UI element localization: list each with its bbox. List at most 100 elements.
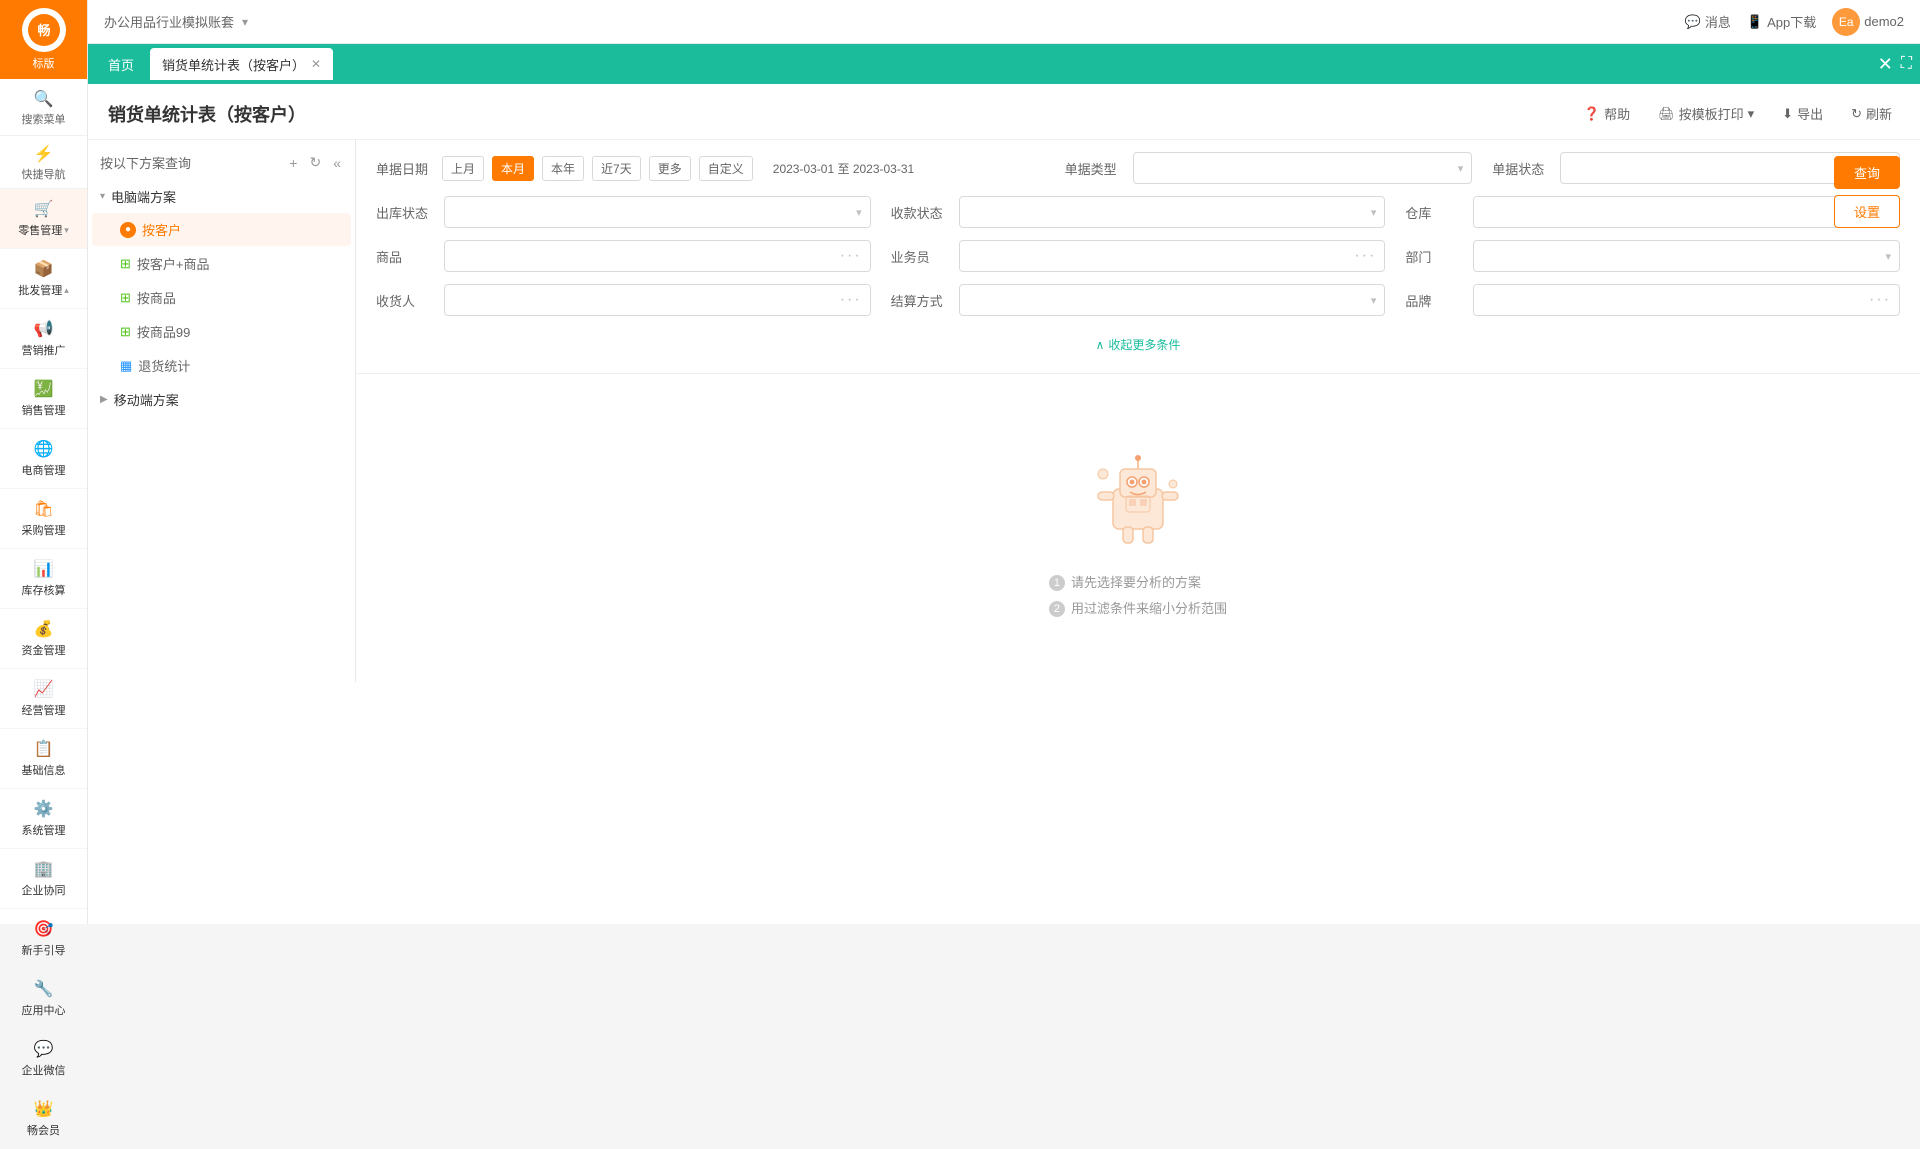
query-button[interactable]: 查询	[1834, 156, 1900, 189]
department-input[interactable]: ▾	[1473, 240, 1900, 272]
sidebar-item-member[interactable]: 👑 畅会员	[0, 1089, 87, 1149]
member-label: 畅会员	[27, 1122, 60, 1138]
sidebar-item-retail[interactable]: 🛒 零售管理 ▾	[0, 189, 87, 249]
close-window-icon[interactable]: ✕	[1878, 54, 1893, 75]
brand-dots-icon: ···	[1869, 291, 1891, 309]
app-download-label: App下载	[1767, 12, 1816, 31]
topbar-dropdown-arrow[interactable]: ▾	[242, 15, 248, 29]
print-button[interactable]: 🖨 按模板打印 ▾	[1650, 100, 1762, 127]
tip-2-text: 用过滤条件来缩小分析范围	[1071, 596, 1227, 622]
sidebar-logo[interactable]: 畅 标版	[0, 0, 87, 79]
plan-item-by-customer[interactable]: ● 按客户	[92, 213, 351, 246]
date-btn-custom[interactable]: 自定义	[699, 156, 753, 181]
settings-button[interactable]: 设置	[1834, 195, 1900, 228]
newbie-icon: 🎯	[34, 919, 54, 939]
topbar-right: 💬 消息 📱 App下载 Ea demo2	[1685, 8, 1904, 36]
tab-close-icon[interactable]: ✕	[311, 57, 321, 71]
warehouse-label: 仓库	[1405, 203, 1465, 222]
date-btn-this-year[interactable]: 本年	[542, 156, 584, 181]
plan-collapse-icon[interactable]: «	[331, 153, 343, 173]
plan-refresh-icon[interactable]: ↻	[307, 152, 323, 173]
sidebar-nav[interactable]: ⚡ 快捷导航	[0, 136, 87, 189]
enterprise-icon: 🏢	[34, 859, 54, 879]
date-btn-this-month[interactable]: 本月	[492, 156, 534, 181]
sidebar-item-inventory[interactable]: 📊 库存核算	[0, 549, 87, 609]
plan-item-bar-icon: ▦	[120, 358, 132, 374]
refresh-button[interactable]: ↻ 刷新	[1843, 100, 1900, 127]
member-icon: 👑	[34, 1099, 54, 1119]
collapse-bar[interactable]: ∧ 收起更多条件	[376, 328, 1900, 361]
salesman-input[interactable]: ···	[959, 240, 1386, 272]
app-download-button[interactable]: 📱 App下载	[1747, 12, 1816, 31]
settlement-input[interactable]: ▾	[959, 284, 1386, 316]
maximize-icon[interactable]: ⛶	[1901, 55, 1912, 73]
date-btn-7days[interactable]: 近7天	[592, 156, 641, 181]
sidebar-item-basic[interactable]: 📋 基础信息	[0, 729, 87, 789]
system-icon: ⚙️	[34, 799, 54, 819]
goods-input[interactable]: ···	[444, 240, 871, 272]
filter-field-warehouse: 仓库 ···	[1405, 196, 1900, 228]
sidebar-item-sales[interactable]: 💹 销售管理	[0, 369, 87, 429]
sales-icon: 💹	[34, 379, 54, 399]
date-btn-prev-month[interactable]: 上月	[442, 156, 484, 181]
receipt-status-arrow-icon: ▾	[1371, 206, 1377, 219]
sidebar-search[interactable]: 🔍 搜索菜单	[0, 79, 87, 136]
plan-item-by-return-label: 退货统计	[138, 356, 190, 375]
wholesale-icon: 📦	[34, 259, 54, 279]
receiver-input[interactable]: ···	[444, 284, 871, 316]
purchase-icon: 🛍	[33, 499, 53, 519]
plan-sidebar-header: 按以下方案查询 + ↻ «	[88, 148, 355, 181]
plan-group-mobile-title[interactable]: ▶ 移动端方案	[88, 384, 355, 415]
sidebar-item-wechat[interactable]: 💬 企业微信	[0, 1029, 87, 1089]
date-btn-more[interactable]: 更多	[649, 156, 691, 181]
plan-item-table-icon-3: ⊞	[120, 324, 131, 340]
marketing-icon: 📢	[34, 319, 54, 339]
user-profile[interactable]: Ea demo2	[1832, 8, 1904, 36]
sales-label: 销售管理	[22, 402, 66, 418]
print-label: 按模板打印	[1679, 104, 1744, 123]
empty-state: 1 请先选择要分析的方案 2 用过滤条件来缩小分析范围	[356, 374, 1920, 682]
sidebar-item-operations[interactable]: 📈 经营管理	[0, 669, 87, 729]
sidebar-item-system[interactable]: ⚙️ 系统管理	[0, 789, 87, 849]
tab-home[interactable]: 首页	[96, 48, 146, 80]
sidebar-item-newbie[interactable]: 🎯 新手引导	[0, 909, 87, 969]
message-icon: 💬	[1685, 14, 1701, 30]
sidebar-item-apps[interactable]: 🔧 应用中心	[0, 969, 87, 1029]
print-icon: 🖨	[1658, 106, 1675, 122]
sidebar-item-purchase[interactable]: 🛍 采购管理	[0, 489, 87, 549]
print-dropdown-icon[interactable]: ▾	[1748, 106, 1755, 122]
salesman-label: 业务员	[891, 247, 951, 266]
out-status-input[interactable]: ▾	[444, 196, 871, 228]
type-input[interactable]: ▾	[1133, 152, 1473, 184]
sidebar-item-marketing[interactable]: 📢 营销推广	[0, 309, 87, 369]
plan-item-by-goods[interactable]: ⊞ 按商品	[92, 281, 351, 314]
sidebar-item-finance[interactable]: 💰 资金管理	[0, 609, 87, 669]
export-button[interactable]: ⬇ 导出	[1774, 100, 1831, 127]
plan-group-desktop-title[interactable]: ▾ 电脑端方案	[88, 181, 355, 212]
collapse-label: 收起更多条件	[1108, 336, 1180, 353]
page-actions: ❓ 帮助 🖨 按模板打印 ▾ ⬇ 导出 ↻ 刷新	[1576, 100, 1900, 127]
sidebar-item-enterprise[interactable]: 🏢 企业协同	[0, 849, 87, 909]
message-button[interactable]: 💬 消息	[1685, 12, 1731, 31]
plan-item-table-icon-1: ⊞	[120, 256, 131, 272]
brand-input[interactable]: ···	[1473, 284, 1900, 316]
plan-item-table-icon-2: ⊞	[120, 290, 131, 306]
page-header: 销货单统计表（按客户） ❓ 帮助 🖨 按模板打印 ▾ ⬇ 导出 ↻ 刷新	[88, 84, 1920, 139]
filter-field-out-status: 出库状态 ▾	[376, 196, 871, 228]
sidebar-item-wholesale[interactable]: 📦 批发管理 ▴	[0, 249, 87, 309]
plan-item-by-customer-goods[interactable]: ⊞ 按客户+商品	[92, 247, 351, 280]
help-button[interactable]: ❓ 帮助	[1576, 100, 1638, 127]
refresh-label: 刷新	[1866, 104, 1892, 123]
newbie-label: 新手引导	[22, 942, 66, 958]
content-body: 按以下方案查询 + ↻ « ▾ 电脑端方案 ● 按客户	[88, 140, 1920, 682]
plan-item-by-return[interactable]: ▦ 退货统计	[92, 349, 351, 382]
type-label: 单据类型	[1065, 159, 1125, 178]
date-quick-buttons: 上月 本月 本年 近7天 更多 自定义	[442, 156, 753, 181]
plan-item-by-goods-99[interactable]: ⊞ 按商品99	[92, 315, 351, 348]
receipt-status-label: 收款状态	[891, 203, 951, 222]
receipt-status-input[interactable]: ▾	[959, 196, 1386, 228]
sidebar-item-ecommerce[interactable]: 🌐 电商管理	[0, 429, 87, 489]
plan-add-icon[interactable]: +	[287, 153, 299, 173]
receiver-dots-icon: ···	[840, 291, 862, 309]
tab-sales-stat[interactable]: 销货单统计表（按客户） ✕	[150, 48, 333, 80]
